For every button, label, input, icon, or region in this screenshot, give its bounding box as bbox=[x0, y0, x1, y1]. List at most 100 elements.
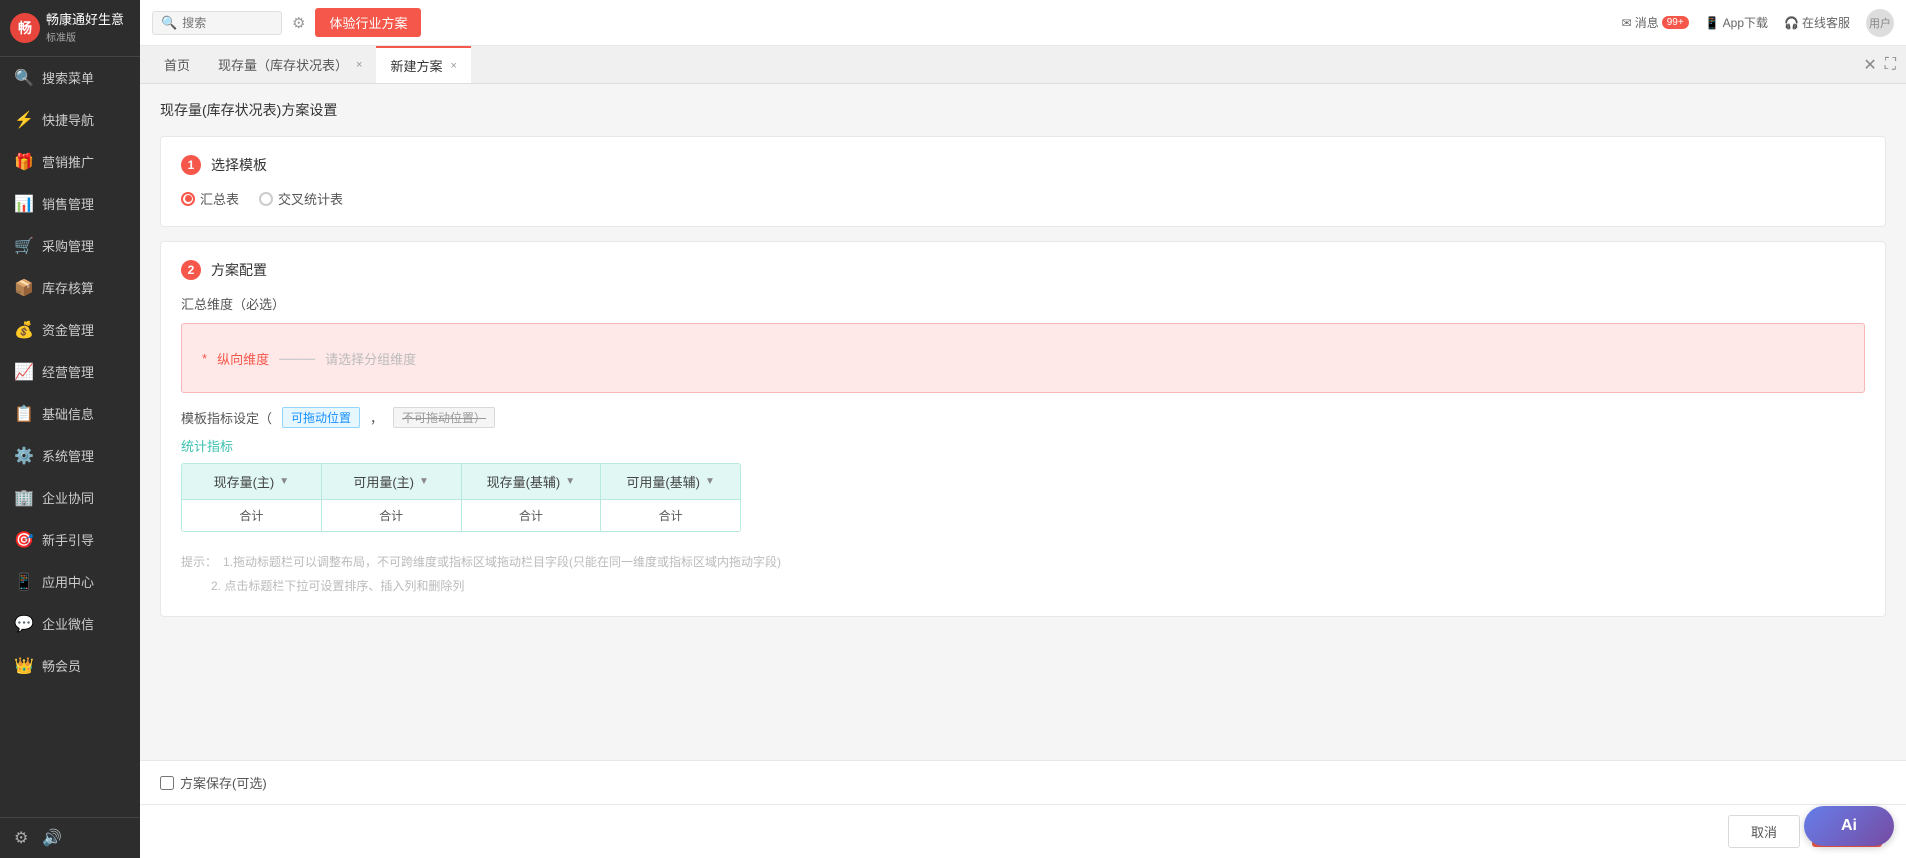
sidebar-item-label: 新手引导 bbox=[42, 530, 94, 549]
sidebar-item-system[interactable]: ⚙️ 系统管理 bbox=[0, 435, 140, 477]
sidebar-item-label: 资金管理 bbox=[42, 320, 94, 339]
app-center-icon: 📱 bbox=[14, 572, 34, 592]
stats-table: 现存量(主) ▼ 可用量(主) ▼ 现存量(基辅) ▼ 可用量(基辅) bbox=[181, 463, 741, 532]
logo-icon: 畅 bbox=[10, 13, 40, 43]
newbie-icon: 🎯 bbox=[14, 530, 34, 550]
sidebar-item-app-center[interactable]: 📱 应用中心 bbox=[0, 561, 140, 603]
marketing-icon: 🎁 bbox=[14, 152, 34, 172]
vertical-dim-field: * 纵向维度 —— 请选择分组维度 bbox=[202, 348, 416, 369]
basic-info-icon: 📋 bbox=[14, 404, 34, 424]
step2-header: 2 方案配置 bbox=[181, 260, 1865, 280]
message-icon: ✉ bbox=[1622, 16, 1632, 30]
enterprise-icon: 🏢 bbox=[14, 488, 34, 508]
sidebar-item-vip[interactable]: 👑 畅会员 bbox=[0, 645, 140, 687]
sidebar-item-purchase[interactable]: 🛒 采购管理 bbox=[0, 225, 140, 267]
required-asterisk: * bbox=[202, 351, 207, 366]
radio-summary-label: 汇总表 bbox=[200, 189, 239, 208]
avatar[interactable]: 用户 bbox=[1866, 9, 1894, 37]
sidebar-item-label: 应用中心 bbox=[42, 572, 94, 591]
settings-icon[interactable]: ⚙ bbox=[14, 828, 28, 848]
sidebar-item-label: 营销推广 bbox=[42, 152, 94, 171]
radio-cross-label: 交叉统计表 bbox=[278, 189, 343, 208]
cell-3: 合计 bbox=[601, 500, 740, 531]
expand-panel-icon[interactable]: ⛶ bbox=[1885, 56, 1896, 74]
col-3-label: 可用量(基辅) bbox=[626, 472, 700, 491]
radio-cross-circle bbox=[259, 192, 273, 206]
stats-section-label: 统计指标 bbox=[181, 436, 1865, 455]
footer-bar: 取消 查询 bbox=[140, 804, 1906, 858]
col-2[interactable]: 现存量(基辅) ▼ bbox=[462, 464, 602, 499]
headset-icon: 🎧 bbox=[1784, 16, 1799, 30]
vertical-dim-label: 纵向维度 bbox=[217, 349, 269, 368]
purchase-icon: 🛒 bbox=[14, 236, 34, 256]
step1-title: 选择模板 bbox=[211, 155, 267, 175]
vertical-dim-placeholder: 请选择分组维度 bbox=[325, 349, 416, 368]
sidebar-item-finance[interactable]: 💰 资金管理 bbox=[0, 309, 140, 351]
search-input[interactable] bbox=[182, 16, 272, 30]
col-2-chevron-icon: ▼ bbox=[565, 476, 575, 487]
tab-new-scheme[interactable]: 新建方案 × bbox=[376, 46, 470, 83]
page-content: 现存量(库存状况表)方案设置 1 选择模板 汇总表 交叉统计表 bbox=[140, 84, 1906, 760]
tab-inventory-status[interactable]: 现存量（库存状况表） × bbox=[204, 46, 376, 83]
col-1[interactable]: 可用量(主) ▼ bbox=[322, 464, 462, 499]
tip-item-1: 2. 点击标题栏下拉可设置排序、插入列和删除列 bbox=[181, 574, 1865, 598]
cancel-button[interactable]: 取消 bbox=[1728, 815, 1800, 848]
sidebar-item-quick-nav[interactable]: ⚡ 快捷导航 bbox=[0, 99, 140, 141]
sidebar-item-sales[interactable]: 📊 销售管理 bbox=[0, 183, 140, 225]
online-service-button[interactable]: 🎧 在线客服 bbox=[1784, 14, 1850, 31]
sidebar-item-inventory[interactable]: 📦 库存核算 bbox=[0, 267, 140, 309]
sidebar-item-enterprise[interactable]: 🏢 企业协同 bbox=[0, 477, 140, 519]
tab-inventory-label: 现存量（库存状况表） bbox=[218, 55, 348, 74]
template-radio-group: 汇总表 交叉统计表 bbox=[181, 189, 1865, 208]
sidebar-item-label: 基础信息 bbox=[42, 404, 94, 423]
save-row: 方案保存(可选) bbox=[140, 760, 1906, 804]
tip-title: 提示： bbox=[181, 550, 217, 574]
settings-gear-icon[interactable]: ⚙ bbox=[292, 14, 305, 32]
col-0[interactable]: 现存量(主) ▼ bbox=[182, 464, 322, 499]
audio-icon[interactable]: 🔊 bbox=[42, 828, 62, 848]
close-panel-icon[interactable]: ✕ bbox=[1863, 55, 1876, 75]
trial-button[interactable]: 体验行业方案 bbox=[315, 8, 421, 37]
tabbar: 首页 现存量（库存状况表） × 新建方案 × ✕ ⛶ bbox=[140, 46, 1906, 84]
tab-home[interactable]: 首页 bbox=[150, 46, 204, 83]
ai-badge[interactable]: Ai bbox=[1804, 806, 1894, 846]
required-area: * 纵向维度 —— 请选择分组维度 bbox=[181, 323, 1865, 393]
sidebar-item-basic-info[interactable]: 📋 基础信息 bbox=[0, 393, 140, 435]
step2-title: 方案配置 bbox=[211, 260, 267, 280]
save-checkbox[interactable] bbox=[160, 776, 174, 790]
sidebar-item-business[interactable]: 📈 经营管理 bbox=[0, 351, 140, 393]
template-setting-row: 模板指标设定（ 可拖动位置 ， 不可拖动位置） bbox=[181, 407, 1865, 428]
system-icon: ⚙️ bbox=[14, 446, 34, 466]
tab-new-scheme-label: 新建方案 bbox=[390, 56, 442, 75]
sidebar: 畅 畅康通好生意 标准版 🔍 搜索菜单 ⚡ 快捷导航 🎁 营销推广 📊 销售管理… bbox=[0, 0, 140, 858]
step2-card: 2 方案配置 汇总维度（必选） * 纵向维度 —— 请选择分组维度 模板指标设定… bbox=[160, 241, 1886, 617]
cell-1: 合计 bbox=[322, 500, 462, 531]
sidebar-item-search-menu[interactable]: 🔍 搜索菜单 bbox=[0, 57, 140, 99]
sidebar-item-label: 经营管理 bbox=[42, 362, 94, 381]
radio-summary-circle bbox=[181, 192, 195, 206]
tab-new-scheme-close-icon[interactable]: × bbox=[450, 60, 456, 72]
search-menu-icon: 🔍 bbox=[14, 68, 34, 88]
message-button[interactable]: ✉ 消息 99+ bbox=[1622, 14, 1689, 31]
radio-cross[interactable]: 交叉统计表 bbox=[259, 189, 343, 208]
col-0-chevron-icon: ▼ bbox=[279, 476, 289, 487]
radio-summary[interactable]: 汇总表 bbox=[181, 189, 239, 208]
template-setting-separator: ， bbox=[370, 408, 383, 427]
sidebar-item-newbie[interactable]: 🎯 新手引导 bbox=[0, 519, 140, 561]
sidebar-item-marketing[interactable]: 🎁 营销推广 bbox=[0, 141, 140, 183]
inventory-icon: 📦 bbox=[14, 278, 34, 298]
topbar-search-box[interactable]: 🔍 bbox=[152, 11, 282, 35]
sidebar-item-label: 库存核算 bbox=[42, 278, 94, 297]
col-3[interactable]: 可用量(基辅) ▼ bbox=[601, 464, 740, 499]
tab-inventory-close-icon[interactable]: × bbox=[356, 59, 362, 71]
sidebar-item-wechat[interactable]: 💬 企业微信 bbox=[0, 603, 140, 645]
search-icon: 🔍 bbox=[161, 15, 177, 31]
col-3-chevron-icon: ▼ bbox=[705, 476, 715, 487]
sidebar-item-label: 销售管理 bbox=[42, 194, 94, 213]
quick-nav-icon: ⚡ bbox=[14, 110, 34, 130]
col-1-chevron-icon: ▼ bbox=[419, 476, 429, 487]
app-download-button[interactable]: 📱 App下载 bbox=[1705, 14, 1768, 31]
sidebar-item-label: 快捷导航 bbox=[42, 110, 94, 129]
sidebar-item-label: 系统管理 bbox=[42, 446, 94, 465]
vip-icon: 👑 bbox=[14, 656, 34, 676]
